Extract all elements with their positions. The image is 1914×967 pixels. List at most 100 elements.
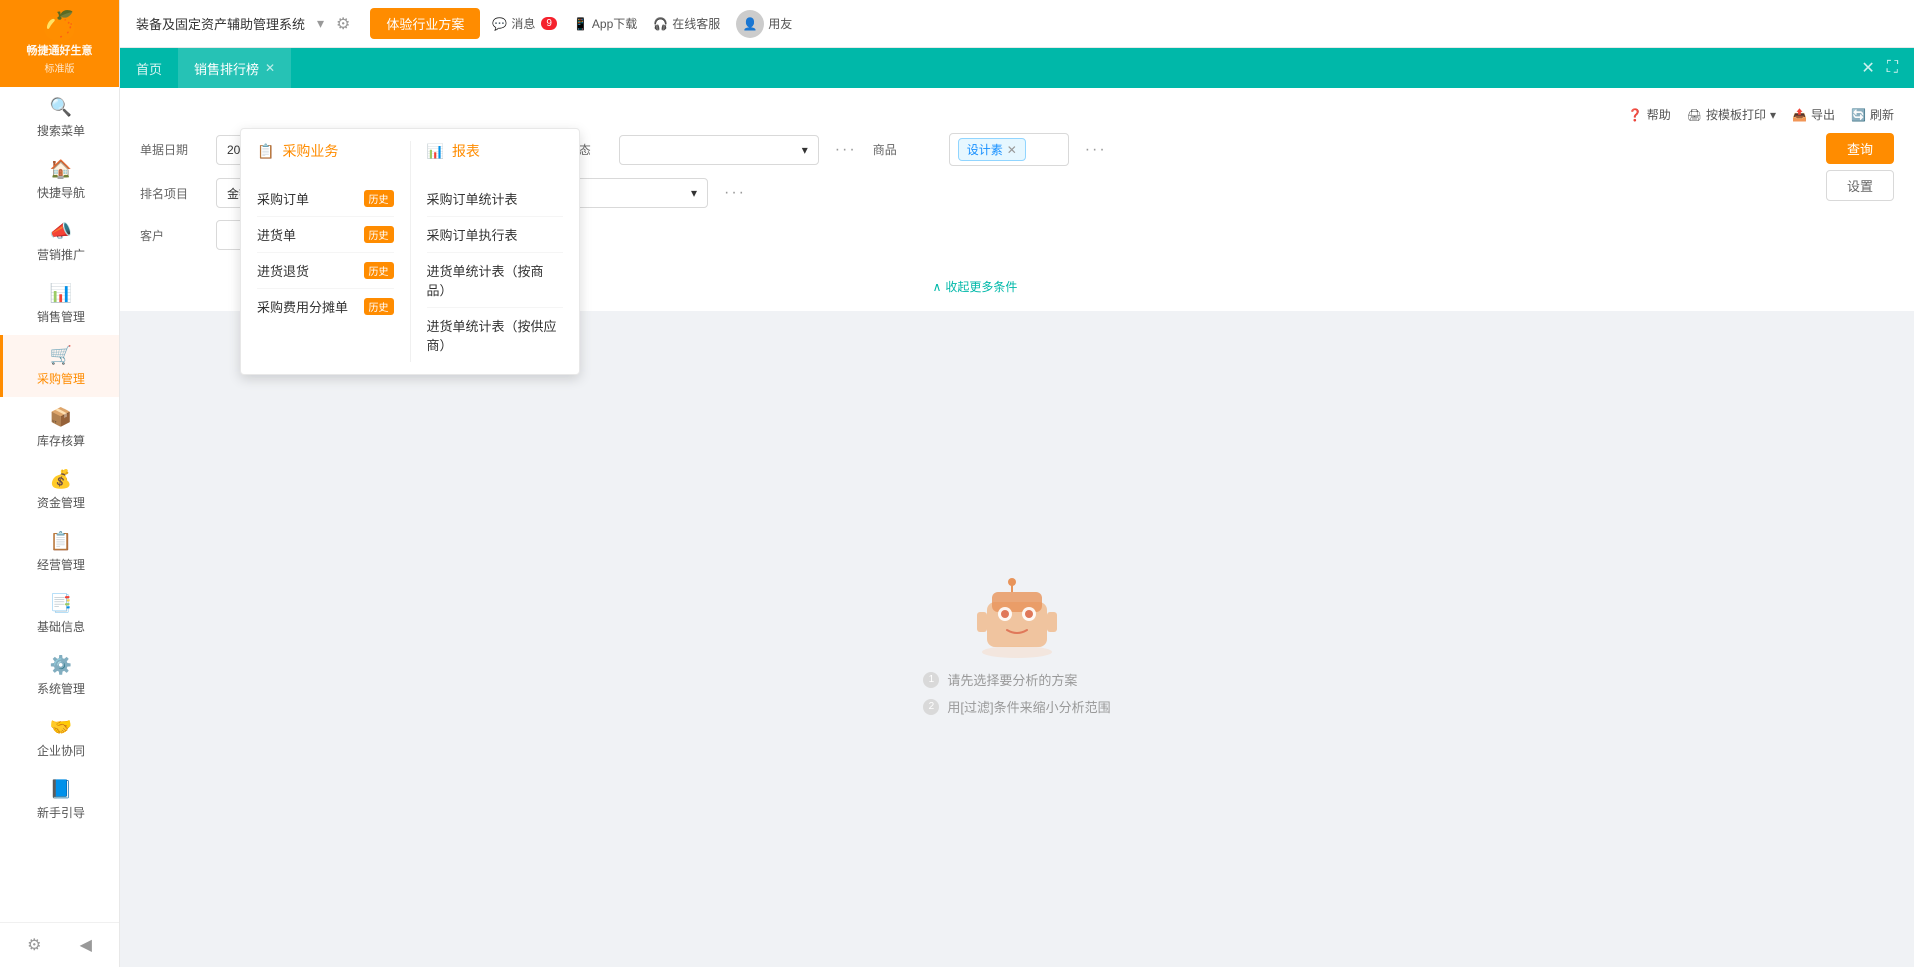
dropdown-item-incoming-stat-supplier[interactable]: 进货单统计表（按供应商） <box>427 308 564 362</box>
goods-tag-label: 设计素 <box>967 141 1003 158</box>
sidebar-item-system[interactable]: ⚙️ 系统管理 <box>0 645 119 707</box>
salesman-more-dots[interactable]: ··· <box>724 184 746 202</box>
avatar: 👤 <box>736 10 764 38</box>
support-item[interactable]: 🎧 在线客服 <box>653 15 720 32</box>
sidebar-item-cooperation[interactable]: 🤝 企业协同 <box>0 707 119 769</box>
dropdown-left-header: 📋 采购业务 <box>257 141 394 169</box>
support-icon: 🎧 <box>653 17 668 31</box>
sidebar-label-finance: 资金管理 <box>37 494 85 511</box>
industry-btn[interactable]: 体验行业方案 <box>370 8 480 39</box>
action-buttons: 查询 设置 <box>1826 133 1894 311</box>
topbar-settings-icon[interactable]: ⚙ <box>336 14 350 34</box>
sidebar-item-sales[interactable]: 📊 销售管理 <box>0 273 119 335</box>
sidebar-item-inventory[interactable]: 📦 库存核算 <box>0 397 119 459</box>
sidebar-item-quick-nav[interactable]: 🏠 快捷导航 <box>0 149 119 211</box>
dropdown-item-purchase-order-stat[interactable]: 采购订单统计表 <box>427 181 564 217</box>
tab-sales-rank-label: 销售排行榜 <box>194 59 259 78</box>
sidebar-label-basic-info: 基础信息 <box>37 618 85 635</box>
dropdown-item-purchase-order[interactable]: 采购订单 历史 <box>257 181 394 217</box>
sidebar-item-purchase[interactable]: 🛒 采购管理 <box>0 335 119 397</box>
query-button[interactable]: 查询 <box>1826 133 1894 164</box>
print-btn[interactable]: 🖨 按模板打印 ▾ <box>1687 106 1776 123</box>
dropdown-right-col: 📊 报表 采购订单统计表 采购订单执行表 进货单统计表（按商品） 进货单统计表（… <box>411 141 580 362</box>
dropdown-item-incoming[interactable]: 进货单 历史 <box>257 217 394 253</box>
print-icon: 🖨 <box>1687 108 1702 122</box>
status-more-dots[interactable]: ··· <box>835 141 857 159</box>
sidebar-item-finance[interactable]: 💰 资金管理 <box>0 459 119 521</box>
sidebar-item-search[interactable]: 🔍 搜索菜单 <box>0 87 119 149</box>
export-btn[interactable]: 📤 导出 <box>1792 106 1835 123</box>
goods-more-dots[interactable]: ··· <box>1085 141 1107 159</box>
tab-home-label: 首页 <box>136 59 162 78</box>
sidebar-item-guide[interactable]: 📘 新手引导 <box>0 769 119 831</box>
expense-history-badge: 历史 <box>364 298 394 315</box>
goods-filter[interactable]: 设计素 ✕ <box>949 133 1069 166</box>
empty-svg <box>957 562 1077 662</box>
app-download-item[interactable]: 📱 App下载 <box>573 15 637 32</box>
main-content: 装备及固定资产辅助管理系统 ▾ ⚙ 体验行业方案 💬 消息 9 📱 App下载 … <box>120 0 1914 967</box>
tabbar-close-icon[interactable]: ✕ <box>1857 54 1878 82</box>
export-label: 导出 <box>1811 106 1835 123</box>
collapse-sidebar-icon[interactable]: ◀ <box>80 935 92 955</box>
return-label: 进货退货 <box>257 261 309 280</box>
inventory-icon: 📦 <box>50 407 72 428</box>
empty-hint-2: 2 用[过滤]条件来缩小分析范围 <box>923 697 1110 716</box>
customer-label: 客户 <box>140 227 200 244</box>
collapse-label: 收起更多条件 <box>945 278 1017 295</box>
search-icon: 🔍 <box>50 97 72 118</box>
sidebar-bottom: ⚙ ◀ <box>0 922 119 967</box>
hint-text-1: 请先选择要分析的方案 <box>947 670 1077 689</box>
sales-icon: 📊 <box>50 283 72 304</box>
sidebar-label-sales: 销售管理 <box>37 308 85 325</box>
sidebar-item-marketing[interactable]: 📣 营销推广 <box>0 211 119 273</box>
tab-home[interactable]: 首页 <box>120 48 178 88</box>
status-select[interactable]: ▾ <box>619 135 819 165</box>
sidebar-item-basic-info[interactable]: 📑 基础信息 <box>0 583 119 645</box>
operations-icon: 📋 <box>50 531 72 552</box>
support-label: 在线客服 <box>672 15 720 32</box>
tab-sales-rank[interactable]: 销售排行榜 ✕ <box>178 48 291 88</box>
logo-title: 畅捷通好生意 <box>27 42 93 58</box>
user-item[interactable]: 👤 用友 <box>736 10 792 38</box>
help-label: 帮助 <box>1647 106 1671 123</box>
dropdown-item-incoming-stat-goods[interactable]: 进货单统计表（按商品） <box>427 253 564 308</box>
app-label: App下载 <box>592 15 637 32</box>
purchase-icon: 🛒 <box>50 345 72 366</box>
sidebar-label-operations: 经营管理 <box>37 556 85 573</box>
collapse-btn[interactable]: ∧ 收起更多条件 <box>933 278 1018 295</box>
cooperation-icon: 🤝 <box>50 717 72 738</box>
messages-item[interactable]: 💬 消息 9 <box>492 15 557 32</box>
help-btn[interactable]: ❓ 帮助 <box>1628 106 1671 123</box>
logo-icon: 🍊 <box>42 12 77 40</box>
content-area: 📋 采购业务 采购订单 历史 进货单 历史 进货退货 历史 <box>120 88 1914 967</box>
hint-text-2: 用[过滤]条件来缩小分析范围 <box>947 697 1110 716</box>
tab-close-icon[interactable]: ✕ <box>265 61 275 75</box>
dropdown-item-return[interactable]: 进货退货 历史 <box>257 253 394 289</box>
marketing-icon: 📣 <box>50 221 72 242</box>
system-icon: ⚙️ <box>50 655 72 676</box>
messages-label: 消息 <box>511 15 535 32</box>
sidebar-item-operations[interactable]: 📋 经营管理 <box>0 521 119 583</box>
empty-state: 1 请先选择要分析的方案 2 用[过滤]条件来缩小分析范围 <box>120 311 1914 967</box>
rank-label: 排名项目 <box>140 185 200 202</box>
collapse-icon: ∧ <box>933 280 942 294</box>
topbar-title: 装备及固定资产辅助管理系统 <box>136 14 305 33</box>
topbar: 装备及固定资产辅助管理系统 ▾ ⚙ 体验行业方案 💬 消息 9 📱 App下载 … <box>120 0 1914 48</box>
setting-button[interactable]: 设置 <box>1826 170 1894 201</box>
dropdown-item-purchase-order-exec[interactable]: 采购订单执行表 <box>427 217 564 253</box>
sidebar-label-cooperation: 企业协同 <box>37 742 85 759</box>
report-icon: 📊 <box>427 143 444 160</box>
goods-tag-remove[interactable]: ✕ <box>1007 143 1017 157</box>
dropdown-item-expense[interactable]: 采购费用分摊单 历史 <box>257 289 394 324</box>
incoming-label: 进货单 <box>257 225 296 244</box>
goods-label: 商品 <box>873 141 933 158</box>
tabbar-expand-icon[interactable]: ⛶ <box>1883 55 1902 81</box>
tabbar: 首页 销售排行榜 ✕ ✕ ⛶ <box>120 48 1914 88</box>
topbar-dropdown-arrow[interactable]: ▾ <box>317 15 324 32</box>
refresh-btn[interactable]: 🔄 刷新 <box>1851 106 1894 123</box>
messages-badge: 9 <box>541 17 557 30</box>
settings-bottom-icon[interactable]: ⚙ <box>27 935 41 955</box>
print-dropdown-arrow[interactable]: ▾ <box>1770 108 1776 122</box>
app-icon: 📱 <box>573 17 588 31</box>
sidebar-label-quick-nav: 快捷导航 <box>37 184 85 201</box>
